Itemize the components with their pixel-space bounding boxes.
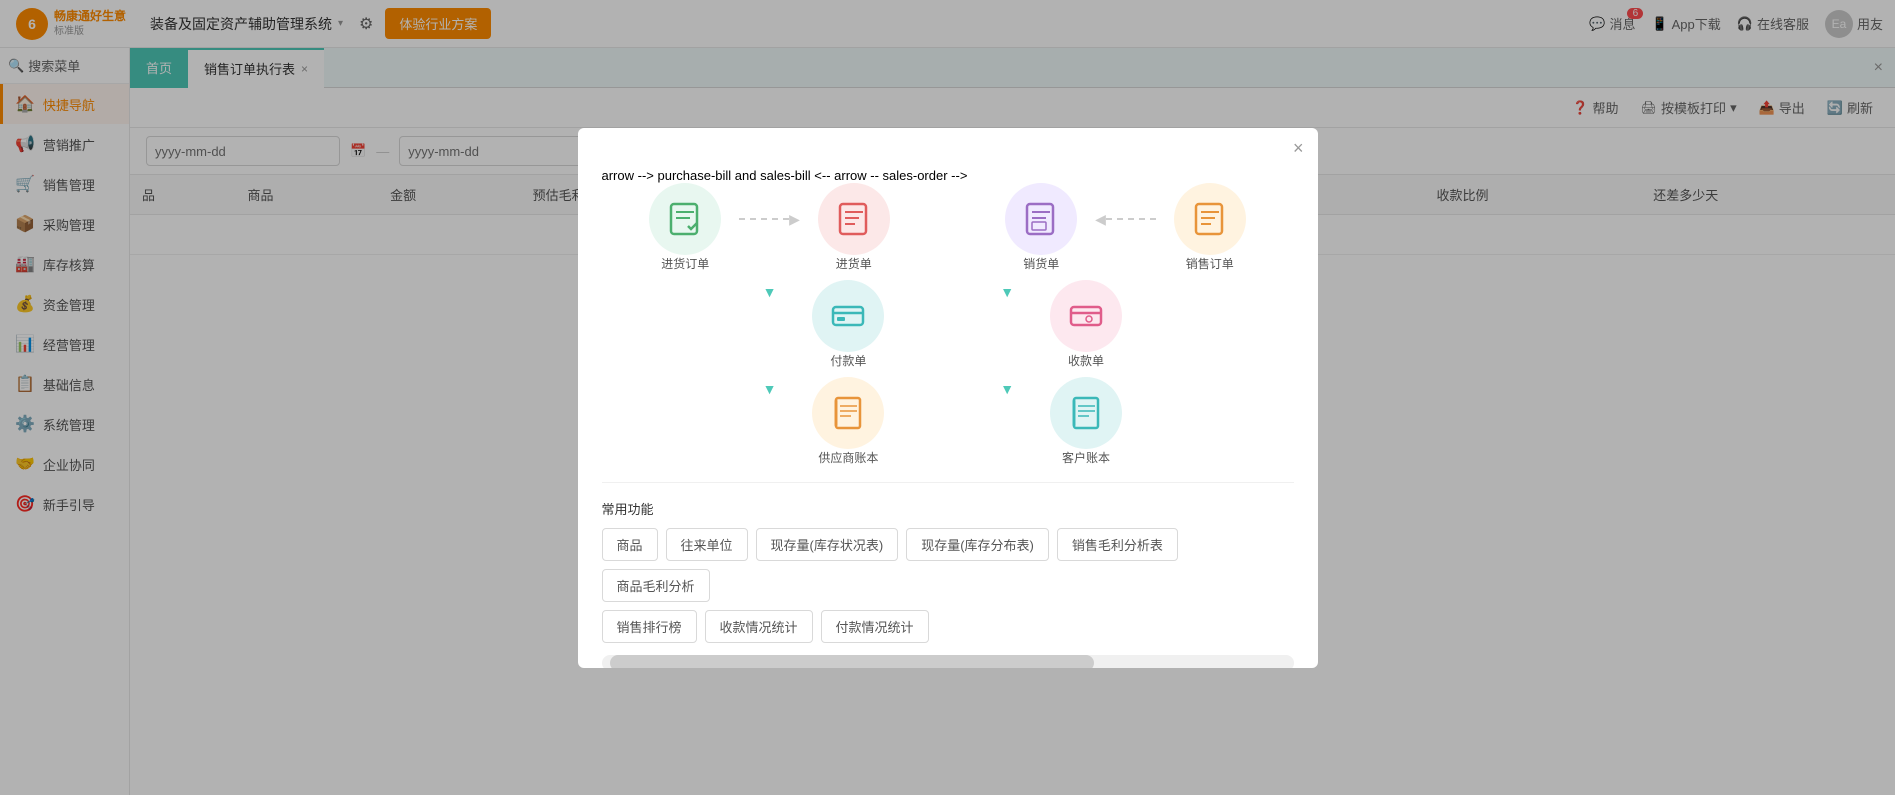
flow-label-payment: 付款单 bbox=[830, 352, 866, 369]
modal-close-button[interactable]: × bbox=[1293, 138, 1304, 159]
func-btn-sales-margin[interactable]: 销售毛利分析表 bbox=[1057, 528, 1178, 561]
func-buttons-row1: 商品 往来单位 现存量(库存状况表) 现存量(库存分布表) 销售毛利分析表 商品… bbox=[602, 528, 1294, 602]
func-buttons-row2: 销售排行榜 收款情况统计 付款情况统计 bbox=[602, 610, 1294, 643]
flow-node-supplier-ledger[interactable] bbox=[812, 377, 884, 449]
flow-cell-customer-ledger: 客户账本 bbox=[1027, 377, 1145, 466]
modal-scrollbar-thumb bbox=[610, 655, 1094, 668]
func-btn-product[interactable]: 商品 bbox=[602, 528, 658, 561]
func-btn-stock-status[interactable]: 现存量(库存状况表) bbox=[756, 528, 899, 561]
flow-node-customer-ledger[interactable] bbox=[1050, 377, 1122, 449]
flow-node-sales-order[interactable] bbox=[1174, 183, 1246, 255]
flow-modal: × arrow --> purchase-bill and sales-bill… bbox=[578, 128, 1318, 668]
flow-cell-sales-order: 销售订单 bbox=[1156, 183, 1264, 272]
common-functions: 常用功能 商品 往来单位 现存量(库存状况表) 现存量(库存分布表) 销售毛利分… bbox=[602, 482, 1294, 643]
flow-label-purchase-order: 进货订单 bbox=[661, 255, 709, 272]
flow-cell-purchase-order: 进货订单 bbox=[632, 183, 740, 272]
down-arrow-receipt: ▼ bbox=[1000, 381, 1014, 397]
down-arrow-payment: ▼ bbox=[763, 381, 777, 397]
flow-diagram: arrow --> purchase-bill and sales-bill <… bbox=[602, 152, 1294, 482]
flow-node-purchase-bill[interactable] bbox=[818, 183, 890, 255]
flow-node-receipt[interactable] bbox=[1050, 280, 1122, 352]
flow-label-purchase-bill: 进货单 bbox=[836, 255, 872, 272]
func-btn-stock-dist[interactable]: 现存量(库存分布表) bbox=[906, 528, 1049, 561]
flow-node-payment[interactable] bbox=[812, 280, 884, 352]
flow-label-customer-ledger: 客户账本 bbox=[1062, 449, 1110, 466]
func-btn-payment-stats[interactable]: 付款情况统计 bbox=[821, 610, 929, 643]
flow-label-sales-bill: 销货单 bbox=[1023, 255, 1059, 272]
func-btn-partner[interactable]: 往来单位 bbox=[666, 528, 748, 561]
flow-cell-receipt: 收款单 bbox=[1027, 280, 1145, 369]
flow-cell-purchase-bill: 进货单 bbox=[800, 183, 908, 272]
flow-node-sales-bill[interactable] bbox=[1005, 183, 1077, 255]
down-arrow-purchase: ▼ bbox=[763, 284, 777, 300]
flow-cell-sales-bill: 销货单 bbox=[988, 183, 1096, 272]
flow-cell-payment: 付款单 bbox=[789, 280, 907, 369]
modal-scrollbar[interactable] bbox=[602, 655, 1294, 668]
flow-label-sales-order: 销售订单 bbox=[1186, 255, 1234, 272]
flow-label-supplier-ledger: 供应商账本 bbox=[818, 449, 878, 466]
modal-overlay[interactable]: × arrow --> purchase-bill and sales-bill… bbox=[0, 0, 1895, 795]
func-btn-receipt-stats[interactable]: 收款情况统计 bbox=[705, 610, 813, 643]
flow-node-purchase-order[interactable] bbox=[649, 183, 721, 255]
flow-connector-2: ◀ bbox=[1095, 211, 1156, 228]
common-functions-title: 常用功能 bbox=[602, 499, 1294, 518]
func-btn-sales-rank[interactable]: 销售排行榜 bbox=[602, 610, 697, 643]
flow-connector-1: ▶ bbox=[739, 211, 800, 228]
down-arrow-sales: ▼ bbox=[1000, 284, 1014, 300]
func-btn-product-margin[interactable]: 商品毛利分析 bbox=[602, 569, 710, 602]
flow-cell-supplier-ledger: 供应商账本 bbox=[789, 377, 907, 466]
flow-label-receipt: 收款单 bbox=[1068, 352, 1104, 369]
